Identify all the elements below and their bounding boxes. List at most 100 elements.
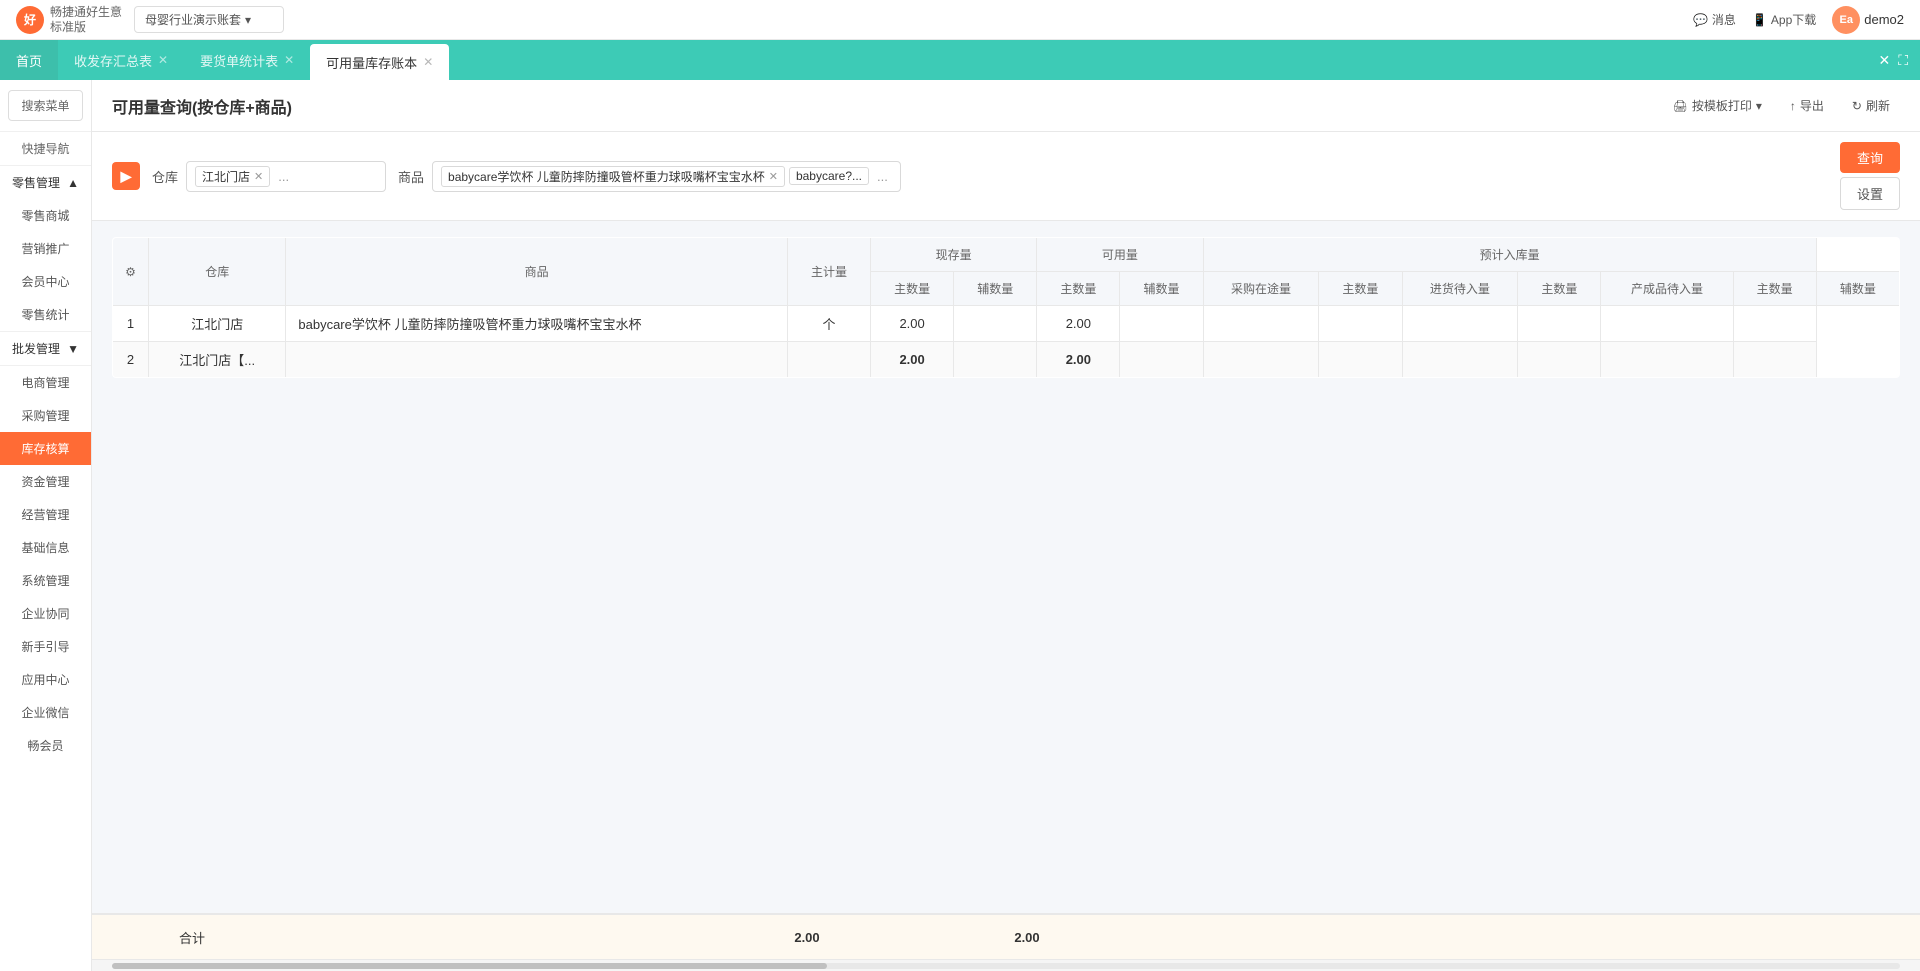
row1-unit: 个 (787, 306, 870, 342)
receive-summary-label: 收发存汇总表 (74, 51, 152, 70)
sidebar-item-quick-nav[interactable]: 快捷导航 (0, 132, 91, 166)
sidebar-item-retail-stats[interactable]: 零售统计 (0, 298, 91, 331)
table-footer: 合计 2.00 2.00 (92, 913, 1920, 959)
warehouse-more[interactable]: ... (274, 169, 293, 184)
close-receive-summary[interactable]: ✕ (158, 53, 168, 67)
export-button[interactable]: ↑ 导出 (1780, 92, 1834, 119)
sidebar: 搜索菜单 快捷导航 零售管理 ▲ 零售商城 营销推广 会员中心 零售统计 批发管… (0, 80, 92, 971)
sidebar-item-ecommerce[interactable]: 电商管理 (0, 366, 91, 399)
horizontal-scrollbar[interactable] (92, 959, 1920, 971)
filter-toggle-button[interactable]: ▶ (112, 162, 140, 190)
warehouse-tag: 江北门店 ✕ (195, 166, 270, 187)
sidebar-item-finance[interactable]: 资金管理 (0, 465, 91, 498)
content-area: 可用量查询(按仓库+商品) 🖨 按模板打印 ▾ ↑ 导出 ↻ 刷新 (92, 80, 1920, 971)
row2-production-aux (1733, 342, 1816, 378)
sidebar-group-retail-header[interactable]: 零售管理 ▲ (0, 166, 91, 199)
remove-warehouse-tag[interactable]: ✕ (254, 170, 263, 183)
warehouse-input[interactable]: 江北门店 ✕ ... (186, 161, 386, 192)
product-input[interactable]: babycare学饮杯 儿童防摔防撞吸管杯重力球吸嘴杯宝宝水杯 ✕ babyca… (432, 161, 901, 192)
row1-avail-main: 2.00 (1037, 306, 1120, 342)
remove-product-tag1[interactable]: ✕ (769, 170, 778, 183)
th-current-main: 主数量 (871, 272, 954, 306)
th-settings[interactable]: ⚙ (113, 238, 149, 306)
tab-available-inventory[interactable]: 可用量库存账本 ✕ (310, 44, 449, 80)
nav-tabs-actions: ✕ ⛶ (1866, 40, 1920, 80)
sidebar-item-vip[interactable]: 畅会员 (0, 729, 91, 762)
app-download-button[interactable]: 📱 App下载 (1752, 11, 1816, 28)
chevron-down-icon: ▾ (245, 13, 251, 27)
tab-order-stats[interactable]: 要货单统计表 ✕ (184, 40, 310, 80)
query-button[interactable]: 查询 (1840, 142, 1900, 173)
row1-current-main: 2.00 (871, 306, 954, 342)
row1-incoming-aux (1518, 306, 1601, 342)
user-profile[interactable]: Ea demo2 (1832, 6, 1904, 34)
row2-unit (787, 342, 870, 378)
sidebar-item-purchase[interactable]: 采购管理 (0, 399, 91, 432)
refresh-icon: ↻ (1852, 99, 1862, 113)
row2-incoming-aux (1518, 342, 1601, 378)
row2-current-main: 2.00 (871, 342, 954, 378)
print-template-button[interactable]: 🖨 按模板打印 ▾ (1663, 92, 1772, 119)
sidebar-item-members[interactable]: 会员中心 (0, 265, 91, 298)
table-container: ⚙ 仓库 商品 主计量 现存量 可用量 预计入库量 主数量 辅数量 主数量 辅数… (92, 221, 1920, 913)
sidebar-item-newguide[interactable]: 新手引导 (0, 630, 91, 663)
search-menu-button[interactable]: 搜索菜单 (8, 90, 83, 121)
close-all-tabs[interactable]: ✕ (1878, 52, 1890, 69)
close-available-inventory[interactable]: ✕ (423, 55, 433, 69)
top-bar: 好 畅捷通好生意 标准版 母婴行业演示账套 ▾ 💬 消息 📱 App下载 Ea … (0, 0, 1920, 40)
page-header: 可用量查询(按仓库+商品) 🖨 按模板打印 ▾ ↑ 导出 ↻ 刷新 (92, 80, 1920, 132)
row1-index: 1 (113, 306, 149, 342)
row2-product (286, 342, 788, 378)
sidebar-group-wholesale-header[interactable]: 批发管理 ▼ (0, 332, 91, 365)
scrollbar-track (112, 963, 1900, 969)
mobile-icon: 📱 (1752, 13, 1767, 27)
available-inventory-label: 可用量库存账本 (326, 53, 417, 72)
main-layout: 搜索菜单 快捷导航 零售管理 ▲ 零售商城 营销推广 会员中心 零售统计 批发管… (0, 80, 1920, 971)
chevron-down-icon2: ▼ (67, 342, 79, 356)
warehouse-filter: 仓库 江北门店 ✕ ... (152, 161, 386, 192)
inventory-table: ⚙ 仓库 商品 主计量 现存量 可用量 预计入库量 主数量 辅数量 主数量 辅数… (112, 237, 1900, 378)
sidebar-item-inventory[interactable]: 库存核算 (0, 432, 91, 465)
th-incoming-main: 主数量 (1518, 272, 1601, 306)
sidebar-item-system[interactable]: 系统管理 (0, 564, 91, 597)
sidebar-search-area: 搜索菜单 (0, 80, 91, 132)
th-current-stock: 现存量 (871, 238, 1037, 272)
th-avail-main: 主数量 (1037, 272, 1120, 306)
product-more[interactable]: ... (873, 169, 892, 184)
row2-incoming-main (1402, 342, 1518, 378)
sidebar-item-base-info[interactable]: 基础信息 (0, 531, 91, 564)
order-stats-label: 要货单统计表 (200, 51, 278, 70)
total-available-main: 2.00 (972, 930, 1082, 945)
sidebar-item-enterprise[interactable]: 企业协同 (0, 597, 91, 630)
row1-purchase-aux (1319, 306, 1402, 342)
sidebar-group-retail: 零售管理 ▲ 零售商城 营销推广 会员中心 零售统计 (0, 166, 91, 332)
sidebar-item-appcenter[interactable]: 应用中心 (0, 663, 91, 696)
row1-current-aux (954, 306, 1037, 342)
th-incoming-label: 进货待入量 (1402, 272, 1518, 306)
sidebar-item-marketing[interactable]: 营销推广 (0, 232, 91, 265)
close-order-stats[interactable]: ✕ (284, 53, 294, 67)
scrollbar-thumb[interactable] (112, 963, 827, 969)
sidebar-item-wechat[interactable]: 企业微信 (0, 696, 91, 729)
message-icon: 💬 (1693, 13, 1708, 27)
row1-incoming-main (1402, 306, 1518, 342)
expand-tabs[interactable]: ⛶ (1898, 52, 1908, 69)
tenant-selector[interactable]: 母婴行业演示账套 ▾ (134, 6, 284, 33)
tab-home[interactable]: 首页 (0, 40, 58, 80)
th-product: 商品 (286, 238, 788, 306)
avatar: Ea (1832, 6, 1860, 34)
table-row: 2 江北门店【... 2.00 2.00 (113, 342, 1900, 378)
sidebar-item-retail-mall[interactable]: 零售商城 (0, 199, 91, 232)
tab-receive-summary[interactable]: 收发存汇总表 ✕ (58, 40, 184, 80)
row2-index: 2 (113, 342, 149, 378)
row2-current-aux (954, 342, 1037, 378)
refresh-button[interactable]: ↻ 刷新 (1842, 92, 1900, 119)
table-row: 1 江北门店 babycare学饮杯 儿童防摔防撞吸管杯重力球吸嘴杯宝宝水杯 个… (113, 306, 1900, 342)
row1-production-aux (1733, 306, 1816, 342)
message-button[interactable]: 💬 消息 (1693, 11, 1736, 28)
logo-icon: 好 (16, 6, 44, 34)
sidebar-item-operations[interactable]: 经营管理 (0, 498, 91, 531)
product-tag1: babycare学饮杯 儿童防摔防撞吸管杯重力球吸嘴杯宝宝水杯 ✕ (441, 166, 785, 187)
settings-button[interactable]: 设置 (1840, 177, 1900, 210)
row1-production-main (1601, 306, 1733, 342)
